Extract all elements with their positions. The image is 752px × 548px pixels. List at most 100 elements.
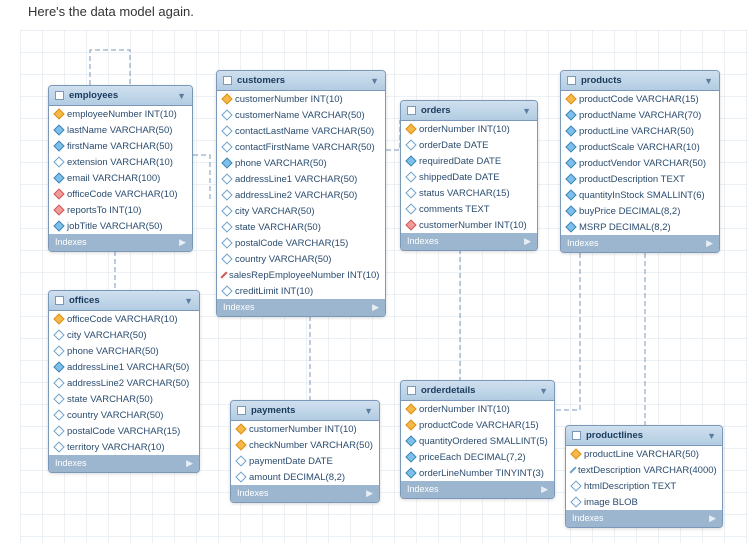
- column-row[interactable]: productLine VARCHAR(50): [561, 123, 719, 139]
- indexes-footer[interactable]: Indexes▶: [217, 299, 385, 316]
- column-row[interactable]: city VARCHAR(50): [217, 203, 385, 219]
- table-payments[interactable]: payments ▼ customerNumber INT(10)checkNu…: [230, 400, 380, 503]
- column-row[interactable]: officeCode VARCHAR(10): [49, 186, 192, 202]
- indexes-footer[interactable]: Indexes▶: [49, 455, 199, 472]
- column-row[interactable]: htmlDescription TEXT: [566, 478, 722, 494]
- column-text: postalCode VARCHAR(15): [235, 238, 348, 249]
- column-text: productDescription TEXT: [579, 174, 685, 185]
- table-employees[interactable]: employees ▼ employeeNumber INT(10)lastNa…: [48, 85, 193, 252]
- column-row[interactable]: customerNumber INT(10): [217, 91, 385, 107]
- table-header[interactable]: payments ▼: [231, 401, 379, 421]
- column-row[interactable]: officeCode VARCHAR(10): [49, 311, 199, 327]
- column-row[interactable]: quantityOrdered SMALLINT(5): [401, 433, 554, 449]
- column-row[interactable]: email VARCHAR(100): [49, 170, 192, 186]
- column-row[interactable]: contactLastName VARCHAR(50): [217, 123, 385, 139]
- column-text: productName VARCHAR(70): [579, 110, 701, 121]
- column-row[interactable]: productCode VARCHAR(15): [561, 91, 719, 107]
- column-row[interactable]: customerName VARCHAR(50): [217, 107, 385, 123]
- table-header[interactable]: employees ▼: [49, 86, 192, 106]
- column-row[interactable]: quantityInStock SMALLINT(6): [561, 187, 719, 203]
- column-row[interactable]: jobTitle VARCHAR(50): [49, 218, 192, 234]
- column-row[interactable]: territory VARCHAR(10): [49, 439, 199, 455]
- indexes-footer[interactable]: Indexes▶: [561, 235, 719, 252]
- column-row[interactable]: extension VARCHAR(10): [49, 154, 192, 170]
- column-row[interactable]: phone VARCHAR(50): [217, 155, 385, 171]
- table-header[interactable]: orderdetails ▼: [401, 381, 554, 401]
- column-row[interactable]: state VARCHAR(50): [217, 219, 385, 235]
- column-row[interactable]: orderNumber INT(10): [401, 121, 537, 137]
- nn-icon: [221, 157, 232, 168]
- column-row[interactable]: postalCode VARCHAR(15): [217, 235, 385, 251]
- column-row[interactable]: firstName VARCHAR(50): [49, 138, 192, 154]
- table-header[interactable]: products ▼: [561, 71, 719, 91]
- indexes-footer[interactable]: Indexes▶: [566, 510, 722, 527]
- indexes-footer[interactable]: Indexes▶: [401, 481, 554, 498]
- column-row[interactable]: productScale VARCHAR(10): [561, 139, 719, 155]
- table-offices[interactable]: offices ▼ officeCode VARCHAR(10)city VAR…: [48, 290, 200, 473]
- column-row[interactable]: buyPrice DECIMAL(8,2): [561, 203, 719, 219]
- column-row[interactable]: country VARCHAR(50): [49, 407, 199, 423]
- column-row[interactable]: priceEach DECIMAL(7,2): [401, 449, 554, 465]
- column-row[interactable]: addressLine1 VARCHAR(50): [49, 359, 199, 375]
- column-row[interactable]: customerNumber INT(10): [231, 421, 379, 437]
- column-row[interactable]: employeeNumber INT(10): [49, 106, 192, 122]
- column-row[interactable]: comments TEXT: [401, 201, 537, 217]
- table-header[interactable]: offices ▼: [49, 291, 199, 311]
- column-row[interactable]: shippedDate DATE: [401, 169, 537, 185]
- triangle-icon: ▶: [179, 237, 186, 248]
- table-productlines[interactable]: productlines ▼ productLine VARCHAR(50) te…: [565, 425, 723, 528]
- indexes-footer[interactable]: Indexes▶: [401, 233, 537, 250]
- column-row[interactable]: image BLOB: [566, 494, 722, 510]
- column-row[interactable]: MSRP DECIMAL(8,2): [561, 219, 719, 235]
- triangle-icon: ▶: [186, 458, 193, 469]
- attr-icon: [221, 141, 232, 152]
- table-header[interactable]: orders ▼: [401, 101, 537, 121]
- column-row[interactable]: customerNumber INT(10): [401, 217, 537, 233]
- table-header[interactable]: productlines ▼: [566, 426, 722, 446]
- indexes-footer[interactable]: Indexes▶: [231, 485, 379, 502]
- column-row[interactable]: requiredDate DATE: [401, 153, 537, 169]
- attr-icon: [53, 377, 64, 388]
- column-text: orderLineNumber TINYINT(3): [419, 468, 544, 479]
- nn-icon: [565, 173, 576, 184]
- table-icon: [55, 296, 64, 305]
- column-text: productLine VARCHAR(50): [584, 449, 699, 460]
- column-text: state VARCHAR(50): [67, 394, 153, 405]
- column-text: email VARCHAR(100): [67, 173, 160, 184]
- indexes-footer[interactable]: Indexes▶: [49, 234, 192, 251]
- column-row[interactable]: postalCode VARCHAR(15): [49, 423, 199, 439]
- column-row[interactable]: lastName VARCHAR(50): [49, 122, 192, 138]
- column-row[interactable]: status VARCHAR(15): [401, 185, 537, 201]
- column-row[interactable]: creditLimit INT(10): [217, 283, 385, 299]
- column-text: amount DECIMAL(8,2): [249, 472, 345, 483]
- column-row[interactable]: amount DECIMAL(8,2): [231, 469, 379, 485]
- column-row[interactable]: city VARCHAR(50): [49, 327, 199, 343]
- column-row[interactable]: phone VARCHAR(50): [49, 343, 199, 359]
- column-row[interactable]: productName VARCHAR(70): [561, 107, 719, 123]
- column-row[interactable]: textDescription VARCHAR(4000): [566, 462, 722, 478]
- column-row[interactable]: productDescription TEXT: [561, 171, 719, 187]
- column-row[interactable]: productVendor VARCHAR(50): [561, 155, 719, 171]
- column-row[interactable]: productCode VARCHAR(15): [401, 417, 554, 433]
- column-row[interactable]: salesRepEmployeeNumber INT(10): [217, 267, 385, 283]
- table-customers[interactable]: customers ▼ customerNumber INT(10)custom…: [216, 70, 386, 317]
- column-row[interactable]: productLine VARCHAR(50): [566, 446, 722, 462]
- column-row[interactable]: orderNumber INT(10): [401, 401, 554, 417]
- column-row[interactable]: paymentDate DATE: [231, 453, 379, 469]
- nn-icon: [565, 109, 576, 120]
- attr-icon: [221, 189, 232, 200]
- column-row[interactable]: country VARCHAR(50): [217, 251, 385, 267]
- column-row[interactable]: orderDate DATE: [401, 137, 537, 153]
- table-products[interactable]: products ▼ productCode VARCHAR(15) produc…: [560, 70, 720, 253]
- column-row[interactable]: orderLineNumber TINYINT(3): [401, 465, 554, 481]
- column-row[interactable]: contactFirstName VARCHAR(50): [217, 139, 385, 155]
- column-row[interactable]: state VARCHAR(50): [49, 391, 199, 407]
- table-orders[interactable]: orders ▼ orderNumber INT(10)orderDate DA…: [400, 100, 538, 251]
- column-row[interactable]: reportsTo INT(10): [49, 202, 192, 218]
- column-row[interactable]: addressLine2 VARCHAR(50): [49, 375, 199, 391]
- table-header[interactable]: customers ▼: [217, 71, 385, 91]
- column-row[interactable]: addressLine2 VARCHAR(50): [217, 187, 385, 203]
- column-row[interactable]: addressLine1 VARCHAR(50): [217, 171, 385, 187]
- column-row[interactable]: checkNumber VARCHAR(50): [231, 437, 379, 453]
- table-orderdetails[interactable]: orderdetails ▼ orderNumber INT(10)produc…: [400, 380, 555, 499]
